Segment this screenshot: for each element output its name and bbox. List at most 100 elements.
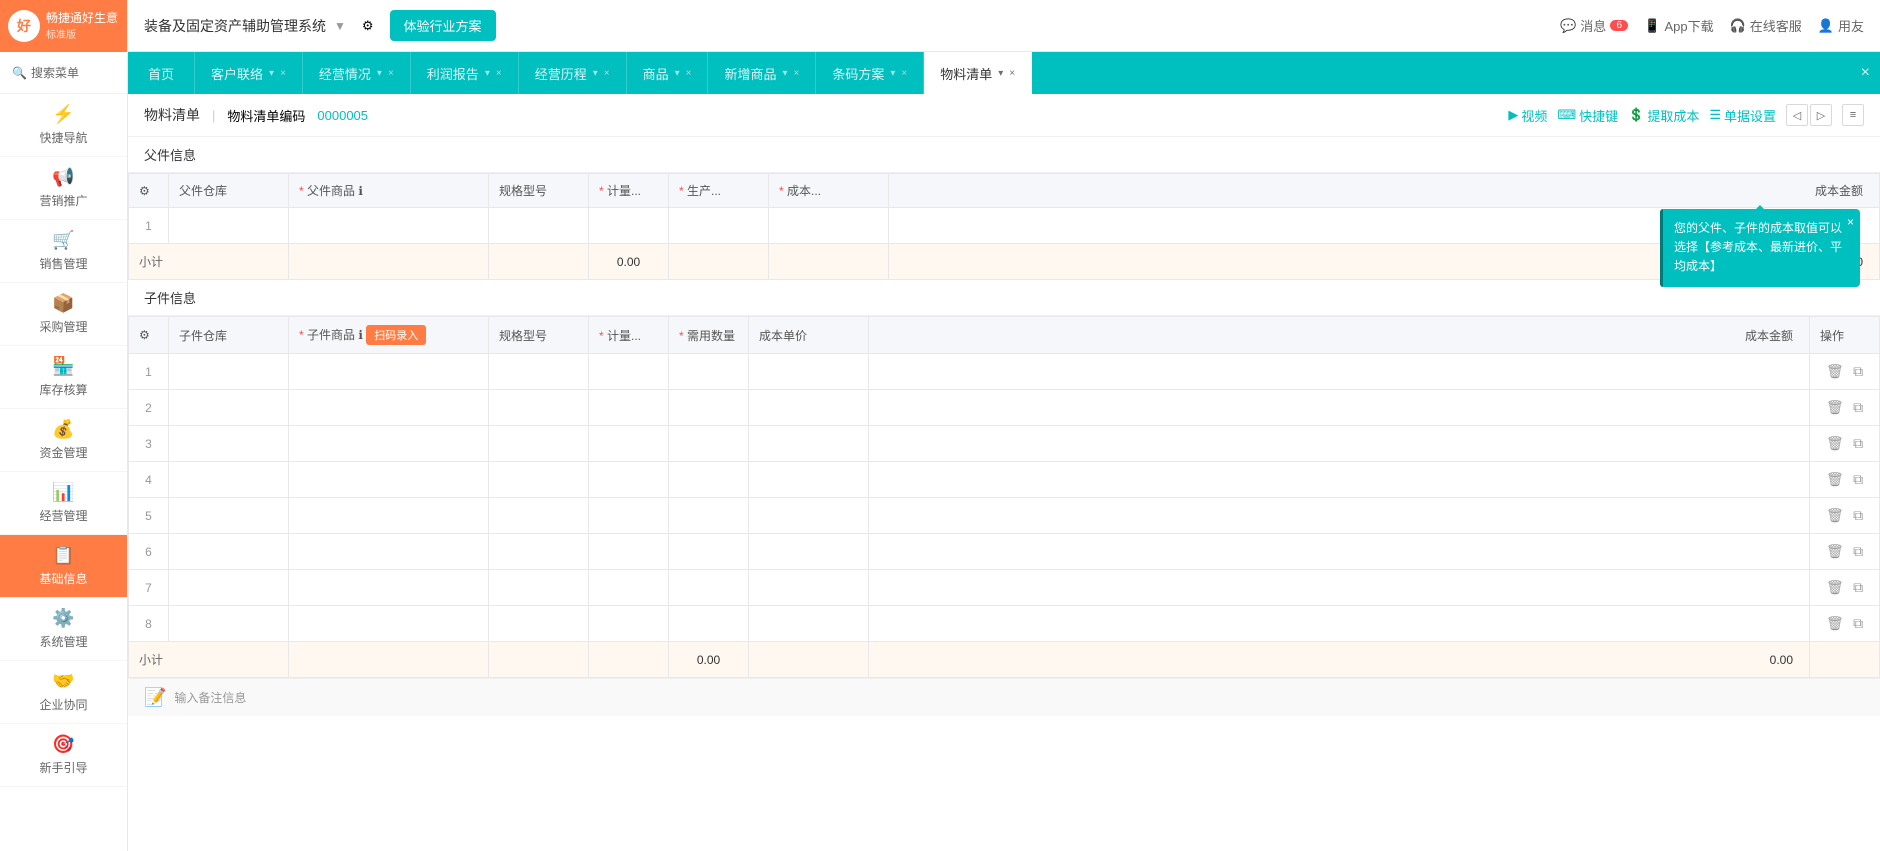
delete-row-1-button[interactable]: 🗑 [1823, 363, 1847, 379]
child-product-6[interactable] [289, 534, 489, 570]
child-spec-8[interactable] [489, 606, 589, 642]
tab-product[interactable]: 商品 ▾ × [627, 52, 709, 94]
delete-row-3-button[interactable]: 🗑 [1823, 435, 1847, 451]
child-quantity-6[interactable] [669, 534, 749, 570]
child-cost-amount-1[interactable] [869, 354, 1810, 390]
child-unit-1[interactable] [589, 354, 669, 390]
child-warehouse-8[interactable] [169, 606, 289, 642]
online-service-action[interactable]: 🎧 在线客服 [1730, 16, 1802, 35]
sidebar-item-purchase[interactable]: 📦 采购管理 [0, 283, 127, 346]
child-product-5[interactable] [289, 498, 489, 534]
tab-home[interactable]: 首页 [128, 52, 195, 94]
menu-button[interactable]: ≡ [1842, 104, 1864, 126]
sidebar-item-guide[interactable]: 🎯 新手引导 [0, 724, 127, 787]
tab-close-icon[interactable]: × [686, 68, 692, 79]
cost-action[interactable]: 💲 提取成本 [1628, 106, 1699, 125]
child-unit-8[interactable] [589, 606, 669, 642]
child-quantity-1[interactable] [669, 354, 749, 390]
tab-close-icon[interactable]: × [1009, 68, 1015, 79]
child-warehouse-6[interactable] [169, 534, 289, 570]
child-quantity-7[interactable] [669, 570, 749, 606]
child-unit-2[interactable] [589, 390, 669, 426]
sidebar-item-marketing[interactable]: 📢 营销推广 [0, 157, 127, 220]
child-cost-amount-6[interactable] [869, 534, 1810, 570]
parent-cost-1[interactable] [769, 208, 889, 244]
sidebar-item-sales[interactable]: 🛒 销售管理 [0, 220, 127, 283]
tab-close-icon[interactable]: × [604, 68, 610, 79]
scan-input-button[interactable]: 扫码录入 [366, 325, 426, 345]
tab-new-product[interactable]: 新增商品 ▾ × [708, 52, 816, 94]
delete-row-2-button[interactable]: 🗑 [1823, 399, 1847, 415]
copy-row-4-button[interactable]: ⧉ [1850, 471, 1866, 487]
tab-bom[interactable]: 物料清单 ▾ × [924, 52, 1032, 94]
sidebar-item-enterprise[interactable]: 🤝 企业协同 [0, 661, 127, 724]
parent-produce-1[interactable] [669, 208, 769, 244]
copy-row-5-button[interactable]: ⧉ [1850, 507, 1866, 523]
child-quantity-5[interactable] [669, 498, 749, 534]
tab-close-icon[interactable]: × [901, 68, 907, 79]
child-unit-price-5[interactable] [749, 498, 869, 534]
child-unit-price-6[interactable] [749, 534, 869, 570]
child-warehouse-7[interactable] [169, 570, 289, 606]
child-spec-7[interactable] [489, 570, 589, 606]
add-note-text[interactable]: 输入备注信息 [174, 689, 246, 706]
sidebar-item-operation[interactable]: 📊 经营管理 [0, 472, 127, 535]
sidebar-item-inventory[interactable]: 🏪 库存核算 [0, 346, 127, 409]
tab-profit[interactable]: 利润报告 ▾ × [411, 52, 519, 94]
copy-row-7-button[interactable]: ⧉ [1850, 579, 1866, 595]
settings-button[interactable]: ⚙ [354, 14, 382, 38]
child-unit-price-7[interactable] [749, 570, 869, 606]
sidebar-item-finance[interactable]: 💰 资金管理 [0, 409, 127, 472]
message-action[interactable]: 💬 消息 6 [1560, 16, 1628, 35]
parent-col-settings[interactable]: ⚙ [129, 174, 169, 208]
child-warehouse-5[interactable] [169, 498, 289, 534]
add-note-icon[interactable]: 📝 [144, 687, 166, 708]
copy-row-1-button[interactable]: ⧉ [1850, 363, 1866, 379]
delete-row-5-button[interactable]: 🗑 [1823, 507, 1847, 523]
delete-row-8-button[interactable]: 🗑 [1823, 615, 1847, 631]
view-action[interactable]: ▶ 视频 [1508, 106, 1547, 125]
child-unit-5[interactable] [589, 498, 669, 534]
child-product-1[interactable] [289, 354, 489, 390]
child-product-8[interactable] [289, 606, 489, 642]
sidebar-item-quick-nav[interactable]: ⚡ 快捷导航 [0, 94, 127, 157]
delete-row-7-button[interactable]: 🗑 [1823, 579, 1847, 595]
tab-close-icon[interactable]: × [794, 68, 800, 79]
child-quantity-3[interactable] [669, 426, 749, 462]
prev-record-button[interactable]: ◁ [1786, 104, 1808, 126]
tab-close-icon[interactable]: × [388, 68, 394, 79]
shortcut-action[interactable]: ⌨ 快捷键 [1557, 106, 1618, 125]
child-product-2[interactable] [289, 390, 489, 426]
child-col-settings[interactable]: ⚙ [129, 317, 169, 354]
tooltip-close-button[interactable]: × [1847, 213, 1854, 232]
child-unit-price-4[interactable] [749, 462, 869, 498]
child-spec-4[interactable] [489, 462, 589, 498]
child-unit-6[interactable] [589, 534, 669, 570]
child-quantity-4[interactable] [669, 462, 749, 498]
user-action[interactable]: 👤 用友 [1818, 16, 1864, 35]
copy-row-3-button[interactable]: ⧉ [1850, 435, 1866, 451]
parent-product-1[interactable] [289, 208, 489, 244]
child-warehouse-3[interactable] [169, 426, 289, 462]
child-cost-amount-3[interactable] [869, 426, 1810, 462]
delete-row-6-button[interactable]: 🗑 [1823, 543, 1847, 559]
single-setting-action[interactable]: ☰ 单据设置 [1709, 106, 1776, 125]
child-spec-5[interactable] [489, 498, 589, 534]
copy-row-6-button[interactable]: ⧉ [1850, 543, 1866, 559]
child-unit-3[interactable] [589, 426, 669, 462]
sidebar-item-system[interactable]: ⚙️ 系统管理 [0, 598, 127, 661]
child-cost-amount-8[interactable] [869, 606, 1810, 642]
tab-close-icon[interactable]: × [280, 68, 286, 79]
child-warehouse-4[interactable] [169, 462, 289, 498]
tab-customer[interactable]: 客户联络 ▾ × [195, 52, 303, 94]
child-unit-price-8[interactable] [749, 606, 869, 642]
tab-history[interactable]: 经营历程 ▾ × [519, 52, 627, 94]
child-product-3[interactable] [289, 426, 489, 462]
sidebar-search[interactable]: 🔍 搜索菜单 [0, 52, 127, 94]
child-quantity-2[interactable] [669, 390, 749, 426]
parent-warehouse-1[interactable] [169, 208, 289, 244]
child-cost-amount-5[interactable] [869, 498, 1810, 534]
app-download-action[interactable]: 📱 App下载 [1644, 16, 1713, 35]
parent-unit-1[interactable] [589, 208, 669, 244]
child-cost-amount-2[interactable] [869, 390, 1810, 426]
